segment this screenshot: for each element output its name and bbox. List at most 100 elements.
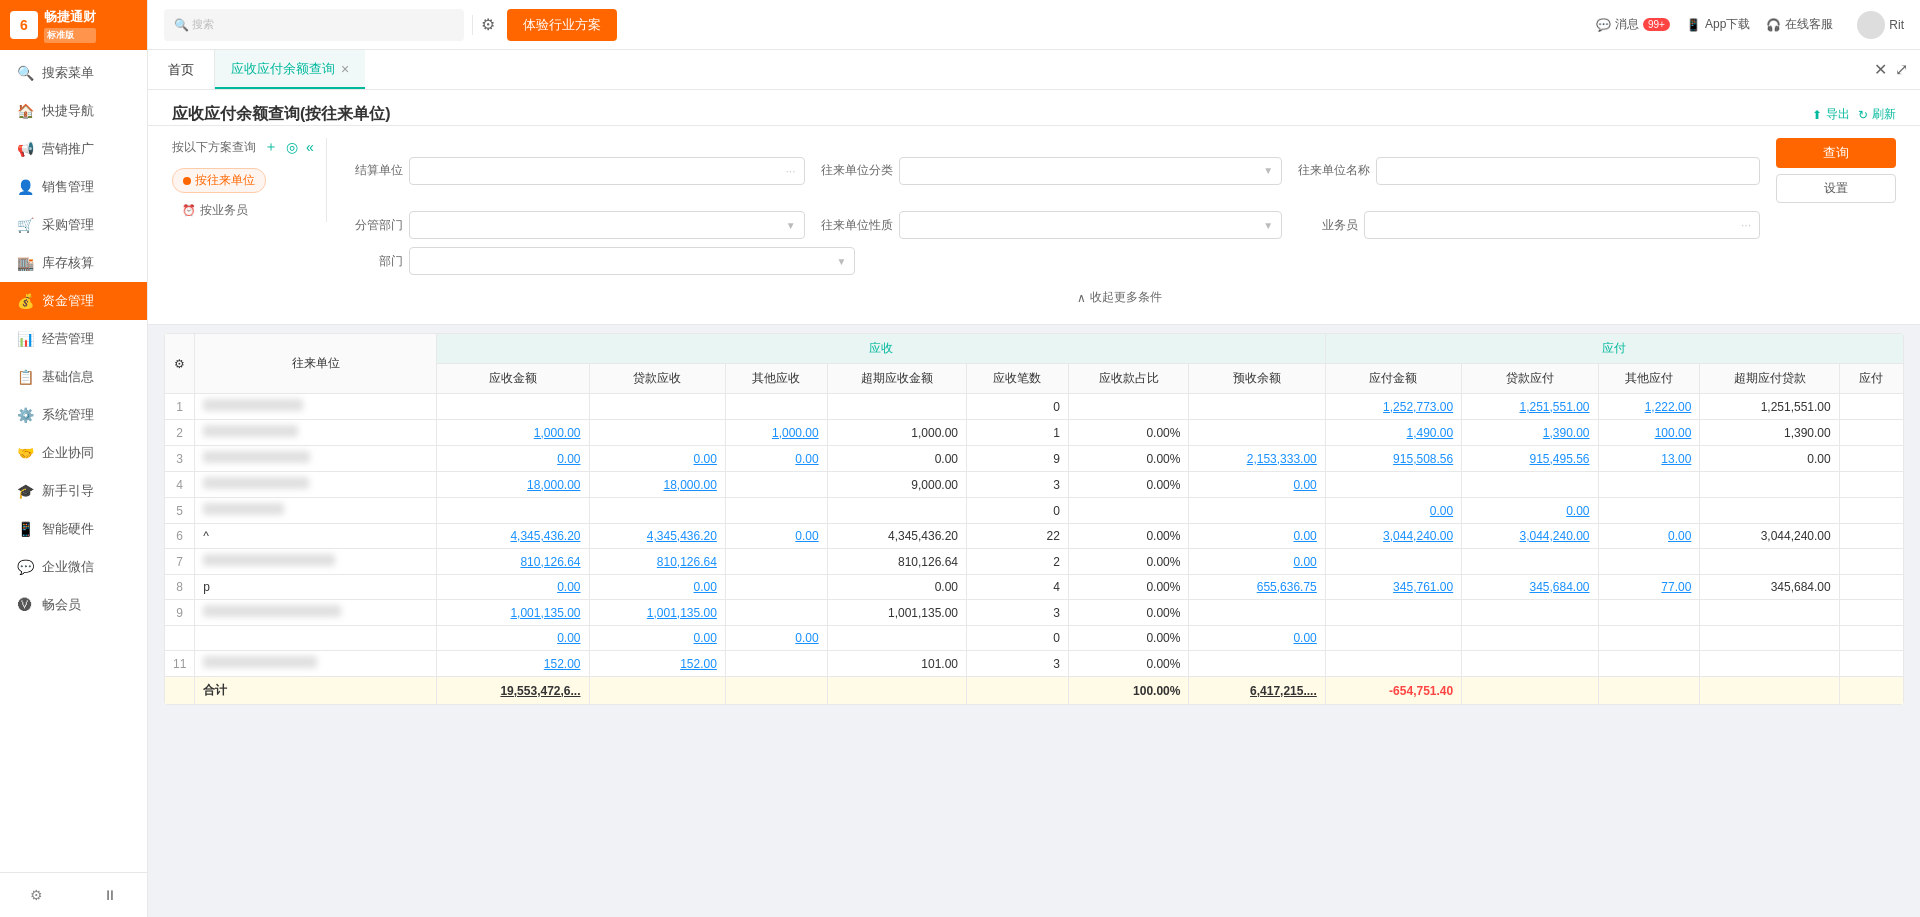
footer-rec-count [967, 677, 1069, 705]
sidebar-item-finance[interactable]: 💰 资金管理 [0, 282, 147, 320]
online-service-action[interactable]: 🎧 在线客服 [1766, 16, 1833, 33]
page-header: 应收应付余额查询(按往来单位) ⬆ 导出 ↻ 刷新 [148, 90, 1920, 126]
cell-pay-extra [1839, 472, 1903, 498]
sidebar-item-basic[interactable]: 📋 基础信息 [0, 358, 147, 396]
cell-no: 1 [165, 394, 195, 420]
cell-rec-count: 1 [967, 420, 1069, 446]
cell-rec-other [725, 472, 827, 498]
cell-pay-overdue [1700, 626, 1839, 651]
cell-pay-extra [1839, 498, 1903, 524]
refresh-button[interactable]: ↻ 刷新 [1858, 106, 1896, 123]
th-rec-count: 应收笔数 [967, 364, 1069, 394]
cell-rec-overdue: 1,000.00 [827, 420, 966, 446]
footer-rec-amount[interactable]: 19,553,472,6... [437, 677, 589, 705]
guide-icon: 🎓 [16, 483, 34, 499]
cell-rec-amount: 152.00 [437, 651, 589, 677]
cell-rec-other [725, 394, 827, 420]
topbar-search[interactable]: 🔍 搜索 [164, 9, 464, 41]
cell-pay-overdue [1700, 498, 1839, 524]
input-partner-name[interactable] [1376, 157, 1760, 185]
footer-rec-advance[interactable]: 6,417,215.... [1189, 677, 1325, 705]
sidebar-item-sales[interactable]: 👤 销售管理 [0, 168, 147, 206]
sidebar-item-search-menu[interactable]: 🔍 搜索菜单 [0, 54, 147, 92]
sidebar-item-guide[interactable]: 🎓 新手引导 [0, 472, 147, 510]
member-icon: 🅥 [16, 597, 34, 613]
sidebar-item-purchase[interactable]: 🛒 采购管理 [0, 206, 147, 244]
filter-fields: 结算单位 ··· 往来单位分类 ▼ 往来单位名称 [343, 138, 1896, 312]
collapse-more[interactable]: ∧ 收起更多条件 [343, 283, 1896, 312]
cell-rec-overdue: 0.00 [827, 446, 966, 472]
collapse-icon[interactable]: ⏸ [93, 881, 127, 909]
cta-button[interactable]: 体验行业方案 [507, 9, 617, 41]
tab-home[interactable]: 首页 [148, 50, 215, 89]
footer-row: 合计 19,553,472,6... 100.00% 6,417,215....… [165, 677, 1904, 705]
input-department[interactable]: ▼ [409, 247, 856, 275]
sidebar-item-wechat[interactable]: 💬 企业微信 [0, 548, 147, 586]
settings-bottom-icon[interactable]: ⚙ [20, 881, 53, 909]
sidebar-item-quick-nav[interactable]: 🏠 快捷导航 [0, 92, 147, 130]
footer-pay-other [1598, 677, 1700, 705]
online-service-label: 在线客服 [1785, 16, 1833, 33]
user-action[interactable]: Rit [1849, 11, 1904, 39]
settings-button[interactable]: 设置 [1776, 174, 1896, 203]
expand-icon[interactable]: ⤢ [1895, 60, 1908, 79]
tab-bar-actions: ✕ ⤢ [1862, 50, 1920, 89]
table-row: 6 ^ 4,345,436.20 4,345,436.20 0.00 4,345… [165, 524, 1904, 549]
cell-rec-ratio: 0.00% [1068, 575, 1189, 600]
sidebar-item-inventory[interactable]: 🏬 库存核算 [0, 244, 147, 282]
messages-label: 消息 [1615, 16, 1639, 33]
th-rec-amount: 应收金额 [437, 364, 589, 394]
scheme-salesman[interactable]: ⏰ 按业务员 [172, 199, 266, 222]
settings-icon[interactable]: ⚙ [481, 15, 495, 34]
sidebar-item-system[interactable]: ⚙️ 系统管理 [0, 396, 147, 434]
cell-pay-extra [1839, 524, 1903, 549]
sidebar-item-cooperation[interactable]: 🤝 企业协同 [0, 434, 147, 472]
cell-partner [195, 498, 437, 524]
scheme-partner[interactable]: 按往来单位 [172, 168, 266, 193]
cell-partner [195, 446, 437, 472]
app-icon: 📱 [1686, 18, 1701, 32]
scheme2-label: 按业务员 [200, 202, 248, 219]
messages-action[interactable]: 💬 消息 99+ [1596, 16, 1670, 33]
cell-rec-overdue [827, 498, 966, 524]
cooperation-icon: 🤝 [16, 445, 34, 461]
footer-rec-overdue [827, 677, 966, 705]
query-button[interactable]: 查询 [1776, 138, 1896, 168]
cell-pay-overdue: 0.00 [1700, 446, 1839, 472]
table-row: 7 810,126.64 810,126.64 810,126.64 2 0.0… [165, 549, 1904, 575]
logo-text: 畅捷通财 [44, 8, 96, 26]
sidebar-item-hardware[interactable]: 📱 智能硬件 [0, 510, 147, 548]
sidebar-item-operation[interactable]: 📊 经营管理 [0, 320, 147, 358]
app-download-action[interactable]: 📱 App下载 [1686, 16, 1750, 33]
input-salesman[interactable]: ··· [1364, 211, 1760, 239]
add-scheme-icon[interactable]: ＋ [264, 138, 278, 156]
cell-rec-ratio: 0.00% [1068, 446, 1189, 472]
th-partner: 往来单位 [195, 334, 437, 394]
cell-pay-amount [1325, 472, 1461, 498]
input-partner-nature[interactable]: ▼ [899, 211, 1283, 239]
cell-rec-loan: 1,001,135.00 [589, 600, 725, 626]
sidebar-item-member[interactable]: 🅥 畅会员 [0, 586, 147, 624]
cell-pay-amount [1325, 549, 1461, 575]
collapse-scheme-icon[interactable]: « [306, 139, 314, 155]
export-button[interactable]: ⬆ 导出 [1812, 106, 1850, 123]
edit-scheme-icon[interactable]: ◎ [286, 139, 298, 155]
close-window-icon[interactable]: ✕ [1874, 60, 1887, 79]
cell-rec-other [725, 549, 827, 575]
tab-close-icon[interactable]: × [341, 61, 349, 77]
input-settlement[interactable]: ··· [409, 157, 805, 185]
cell-rec-overdue [827, 394, 966, 420]
cell-rec-advance [1189, 651, 1325, 677]
cell-pay-other: 13.00 [1598, 446, 1700, 472]
search-menu-icon: 🔍 [16, 65, 34, 81]
th-settings[interactable]: ⚙ [165, 334, 195, 394]
field-salesman: 业务员 ··· [1298, 211, 1760, 239]
sidebar-item-marketing[interactable]: 📢 营销推广 [0, 130, 147, 168]
cell-rec-loan [589, 394, 725, 420]
table-row: 1 0 1,252,773.00 1,251,551.00 1,222.00 1… [165, 394, 1904, 420]
tab-active[interactable]: 应收应付余额查询 × [215, 50, 365, 89]
cell-partner [195, 626, 437, 651]
input-dept[interactable]: ▼ [409, 211, 805, 239]
footer-rec-loan [589, 677, 725, 705]
input-partner-type[interactable]: ▼ [899, 157, 1283, 185]
